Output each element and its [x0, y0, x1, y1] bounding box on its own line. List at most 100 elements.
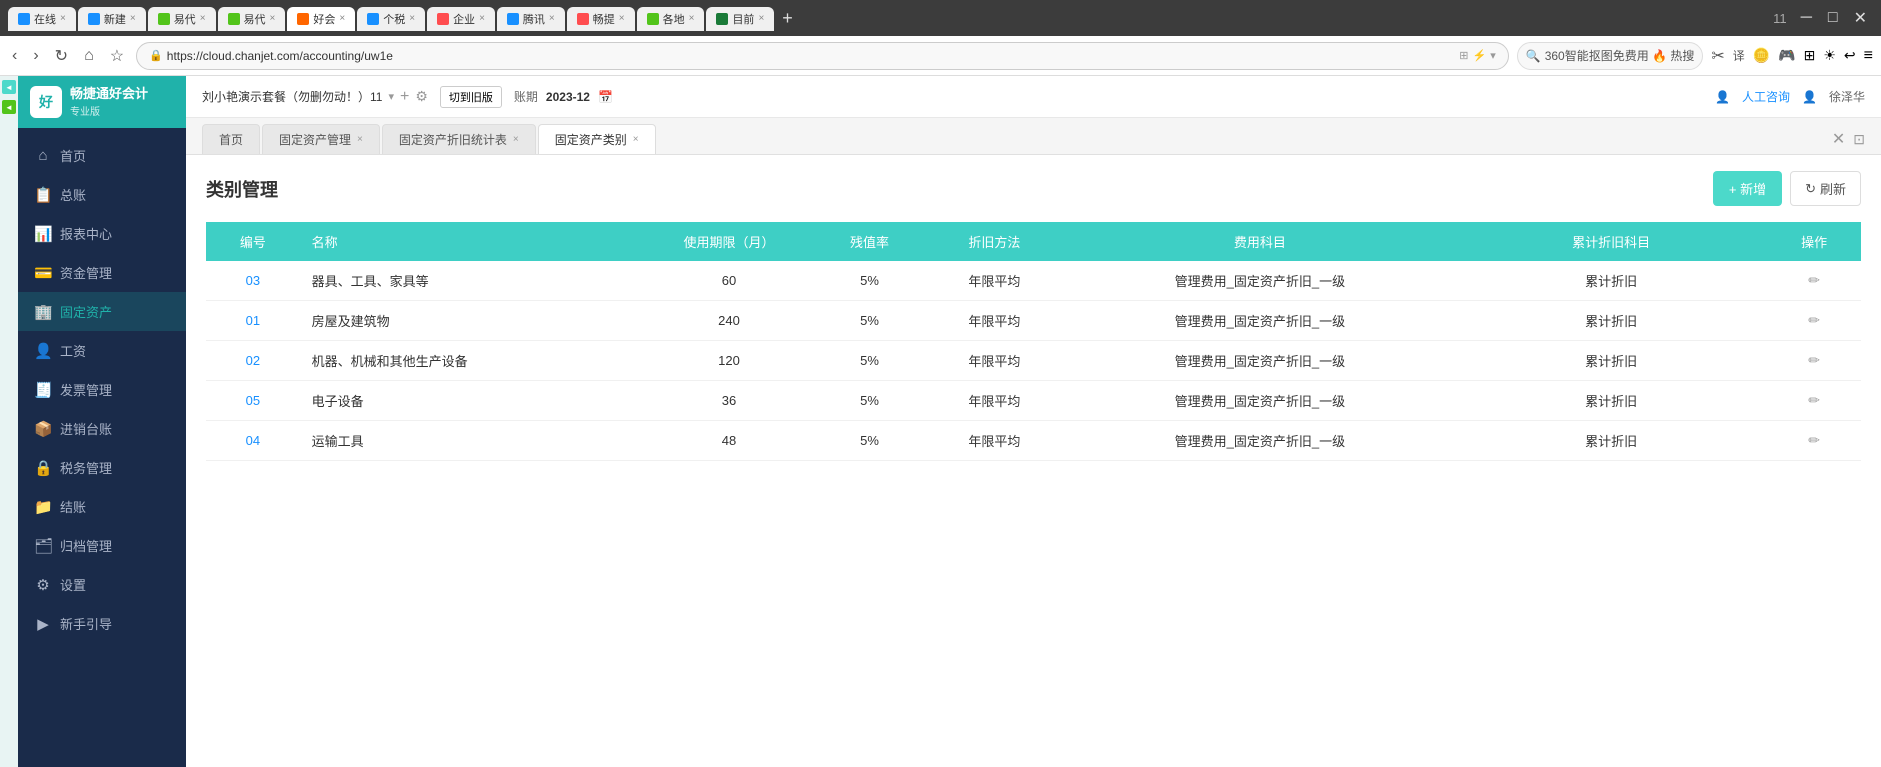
switch-version-button[interactable]: 切到旧版 [440, 86, 502, 108]
undo-icon[interactable]: ↩ [1844, 47, 1856, 64]
sidebar-item-ledger[interactable]: 📋 总账 [18, 175, 186, 214]
new-tab-button[interactable]: + [776, 6, 799, 31]
game-icon[interactable]: 🎮 [1778, 47, 1795, 64]
edit-icon[interactable]: ✏ [1808, 432, 1820, 448]
tab-close-icon[interactable]: × [357, 134, 363, 145]
browser-tab-zaixin[interactable]: 在线 × [8, 7, 76, 31]
tab-depreciation-table[interactable]: 固定资产折旧统计表 × [382, 124, 536, 154]
ledger-icon: 📋 [34, 186, 52, 204]
logo-subtitle: 专业版 [70, 103, 148, 118]
sidebar-item-funds[interactable]: 💳 资金管理 [18, 253, 186, 292]
browser-tab-gedi[interactable]: 各地 × [637, 7, 705, 31]
refresh-button[interactable]: ↻ 刷新 [1790, 171, 1861, 206]
sidebar-item-tutorial[interactable]: ▶ 新手引导 [18, 604, 186, 643]
minimize-button[interactable]: ─ [1795, 7, 1818, 29]
bookmark-button[interactable]: ☆ [106, 42, 128, 70]
sidebar-item-reports[interactable]: 📊 报表中心 [18, 214, 186, 253]
sidebar-item-close-accounts[interactable]: 📁 结账 [18, 487, 186, 526]
translate-icon[interactable]: 译 [1733, 47, 1745, 64]
th-id: 编号 [206, 222, 300, 261]
home-button[interactable]: ⌂ [80, 43, 98, 69]
tab-fixed-assets-management[interactable]: 固定资产管理 × [262, 124, 380, 154]
browser-tab-yidai1[interactable]: 易代 × [148, 7, 216, 31]
forward-button[interactable]: › [29, 43, 42, 69]
tab-close-icon[interactable]: × [339, 13, 345, 24]
sidebar-item-inventory[interactable]: 📦 进销台账 [18, 409, 186, 448]
cell-accumulated: 累计折旧 [1455, 381, 1767, 421]
page-actions: + 新增 ↻ 刷新 [1713, 171, 1861, 206]
sidebar-item-home[interactable]: ⌂ 首页 [18, 136, 186, 175]
browser-tab-xinjian[interactable]: 新建 × [78, 7, 146, 31]
edit-icon[interactable]: ✏ [1808, 272, 1820, 288]
sidebar-item-fixed-assets[interactable]: 🏢 固定资产 [18, 292, 186, 331]
sidebar-label-archive: 归档管理 [60, 536, 112, 555]
tab-close-icon[interactable]: × [619, 13, 625, 24]
th-expense: 费用科目 [1065, 222, 1455, 261]
tab-category[interactable]: 固定资产类别 × [538, 124, 656, 154]
add-button[interactable]: + 新增 [1713, 171, 1782, 206]
browser-tab-qiye[interactable]: 企业 × [427, 7, 495, 31]
reload-button[interactable]: ↻ [51, 42, 72, 70]
edit-icon[interactable]: ✏ [1808, 312, 1820, 328]
browser-tab-yidai2[interactable]: 易代 × [218, 7, 286, 31]
add-icon[interactable]: + [400, 88, 409, 106]
sun-icon[interactable]: ☀ [1823, 47, 1836, 64]
tab-close-window-icon[interactable]: ✕ [1832, 129, 1845, 149]
browser-tab-changjian[interactable]: 畅提 × [567, 7, 635, 31]
coin-icon[interactable]: 🪙 [1753, 47, 1770, 64]
sidebar-item-salary[interactable]: 👤 工资 [18, 331, 186, 370]
dropdown-icon[interactable]: ▾ [388, 90, 394, 103]
tab-fixed-assets-label: 固定资产管理 [279, 131, 351, 148]
address-bar[interactable]: 🔒 https://cloud.chanjet.com/accounting/u… [136, 42, 1509, 70]
tab-close-icon[interactable]: × [60, 13, 66, 24]
menu-icon[interactable]: ≡ [1864, 47, 1873, 65]
browser-tab-muqian[interactable]: 目前 × [706, 7, 774, 31]
cell-period: 120 [643, 341, 815, 381]
logo-title: 畅捷通好会计 [70, 86, 148, 103]
edge-icon-2[interactable]: ◄ [2, 100, 16, 114]
tab-close-icon[interactable]: × [758, 13, 764, 24]
edit-icon[interactable]: ✏ [1808, 392, 1820, 408]
reports-icon: 📊 [34, 225, 52, 243]
top-bar-right: 👤 人工咨询 👤 徐泽华 [1715, 88, 1865, 105]
tab-close-icon[interactable]: × [409, 13, 415, 24]
tab-close-icon[interactable]: × [513, 134, 519, 145]
back-button[interactable]: ‹ [8, 43, 21, 69]
browser-tab-haohui[interactable]: 好会 × [287, 7, 355, 31]
tab-close-icon[interactable]: × [130, 13, 136, 24]
tab-close-icon[interactable]: × [200, 13, 206, 24]
scissors-icon[interactable]: ✂ [1711, 46, 1724, 66]
sidebar-item-invoice[interactable]: 🧾 发票管理 [18, 370, 186, 409]
tab-close-icon[interactable]: × [549, 13, 555, 24]
tab-close-icon[interactable]: × [633, 134, 639, 145]
edge-icon-1[interactable]: ◄ [2, 80, 16, 94]
sidebar-item-tax[interactable]: 🔒 税务管理 [18, 448, 186, 487]
page-title: 类别管理 [206, 176, 278, 202]
customer-service-text[interactable]: 人工咨询 [1742, 88, 1790, 105]
table-row: 01 房屋及建筑物 240 5% 年限平均 管理费用_固定资产折旧_一级 累计折… [206, 301, 1861, 341]
tab-close-icon[interactable]: × [689, 13, 695, 24]
browser-tab-tencent[interactable]: 腾讯 × [497, 7, 565, 31]
search-icon: 🔍 [1526, 49, 1541, 63]
window-controls: 11 ─ □ ✕ [1773, 6, 1873, 30]
cell-period: 240 [643, 301, 815, 341]
fixed-assets-icon: 🏢 [34, 303, 52, 321]
table-header: 编号 名称 使用期限（月） 残值率 折旧方法 费用科目 累计折旧科目 操作 [206, 222, 1861, 261]
restore-button[interactable]: □ [1822, 7, 1844, 29]
search-bar[interactable]: 🔍 360智能抠图免费用 🔥 热搜 [1517, 42, 1704, 70]
edit-icon[interactable]: ✏ [1808, 352, 1820, 368]
calendar-icon[interactable]: 📅 [598, 90, 613, 104]
sidebar-item-archive[interactable]: 🗂 归档管理 [18, 526, 186, 565]
sidebar-item-settings[interactable]: ⚙ 设置 [18, 565, 186, 604]
tab-expand-icon[interactable]: ⊡ [1853, 131, 1865, 148]
cell-name: 电子设备 [300, 381, 643, 421]
settings-top-icon[interactable]: ⚙ [415, 88, 428, 105]
close-button[interactable]: ✕ [1848, 6, 1873, 30]
cell-method: 年限平均 [924, 421, 1065, 461]
grid-icon[interactable]: ⊞ [1804, 47, 1816, 64]
tab-close-icon[interactable]: × [270, 13, 276, 24]
tab-home[interactable]: 首页 [202, 124, 260, 154]
tab-close-icon[interactable]: × [479, 13, 485, 24]
cell-action: ✏ [1767, 301, 1861, 341]
browser-tab-geshui[interactable]: 个税 × [357, 7, 425, 31]
